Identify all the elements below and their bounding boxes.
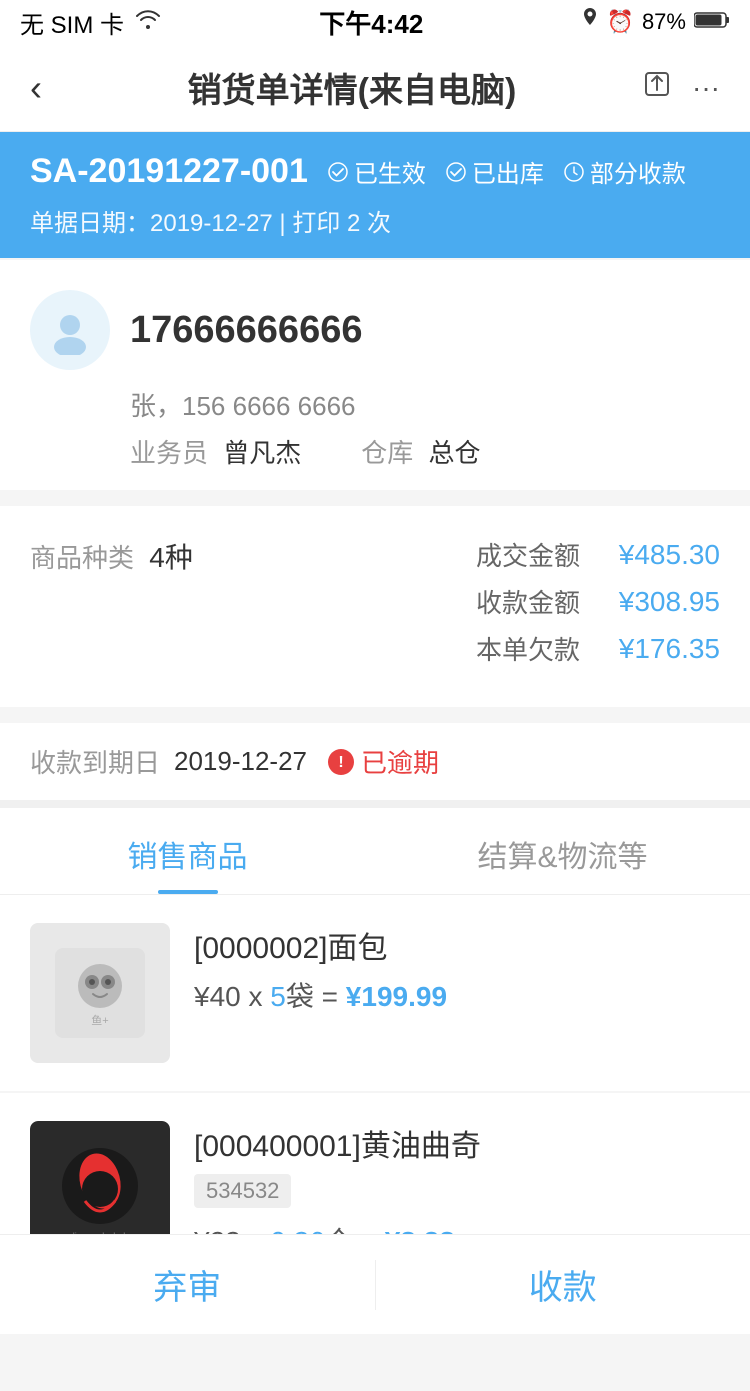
deal-amount-value: ¥485.30 [600,539,720,571]
product-sku-2: 534532 [194,1174,291,1208]
svg-text:!: ! [338,754,343,771]
category-value: 4种 [149,542,193,573]
order-id: SA-20191227-001 [30,152,308,191]
badge-partial: 部分收款 [564,154,686,189]
staff-label: 业务员 [130,438,208,468]
customer-name-phone: 张，156 6666 6666 [30,386,720,423]
owed-amount-label: 本单欠款 [476,630,580,667]
carrier-text: 无 SIM 卡 [20,5,124,40]
header-banner: SA-20191227-001 已生效 已出库 部分收款 单据日期：2019-1… [0,132,750,258]
customer-phone: 17666666666 [130,309,362,352]
product-image-1: 鱼+ [30,923,170,1063]
collect-payment-button[interactable]: 收款 [376,1240,750,1329]
owed-amount-value: ¥176.35 [600,633,720,665]
header-sub: 单据日期：2019-12-27 | 打印 2 次 [30,203,720,238]
share-button[interactable] [642,69,672,106]
stats-left: 商品种类 4种 [30,536,193,582]
product-info-1: [0000002]面包 ¥40 x 5袋 = ¥199.99 [194,923,720,1015]
tab-settlement[interactable]: 结算&物流等 [375,808,750,894]
customer-meta: 业务员 曾凡杰 仓库 总仓 [30,433,720,470]
nav-bar: ‹ 销货单详情(来自电脑) ··· [0,44,750,132]
received-amount-row: 收款金额 ¥308.95 [476,583,720,620]
overdue-badge: ! 已逾期 [327,743,439,780]
category-label: 商品种类 [30,543,134,573]
list-item: 鱼+ [0000002]面包 ¥40 x 5袋 = ¥199.99 [0,895,750,1091]
page-title: 销货单详情(来自电脑) [62,63,642,112]
time-display: 下午4:42 [319,4,423,41]
tabs-section: 销售商品 结算&物流等 [0,808,750,895]
alarm-icon: ⏰ [607,9,634,35]
category-row: 商品种类 4种 [30,536,193,576]
owed-amount-row: 本单欠款 ¥176.35 [476,630,720,667]
staff-value: 曾凡杰 [223,438,301,468]
svg-text:鱼+: 鱼+ [91,1013,108,1027]
customer-section: 17666666666 张，156 6666 6666 业务员 曾凡杰 仓库 总… [0,260,750,490]
warehouse-label: 仓库 [361,438,413,468]
battery-text: 87% [642,9,686,35]
overdue-section: 收款到期日 2019-12-27 ! 已逾期 [0,723,750,808]
received-amount-label: 收款金额 [476,583,580,620]
nav-actions: ··· [642,69,720,106]
products-section: 鱼+ [0000002]面包 ¥40 x 5袋 = ¥199.99 diamon… [0,895,750,1289]
badge-effective: 已生效 [328,154,426,189]
tab-sales-products[interactable]: 销售商品 [0,808,375,894]
stats-right: 成交金额 ¥485.30 收款金额 ¥308.95 本单欠款 ¥176.35 [476,536,720,677]
deal-amount-row: 成交金额 ¥485.30 [476,536,720,573]
product-name-1: [0000002]面包 [194,923,720,967]
wifi-icon [134,8,162,36]
header-top: SA-20191227-001 已生效 已出库 部分收款 [30,152,720,191]
overdue-label: 收款到期日 [30,743,160,780]
product-name-2: [000400001]黄油曲奇 [194,1121,720,1165]
stats-section: 商品种类 4种 成交金额 ¥485.30 收款金额 ¥308.95 本单欠款 ¥… [0,506,750,707]
warehouse-value: 总仓 [429,438,481,468]
location-icon [581,8,599,36]
battery-icon [694,9,730,35]
status-left: 无 SIM 卡 [20,5,162,40]
back-button[interactable]: ‹ [30,67,62,109]
more-button[interactable]: ··· [692,72,720,104]
received-amount-value: ¥308.95 [600,586,720,618]
deal-amount-label: 成交金额 [476,536,580,573]
avatar [30,290,110,370]
customer-row: 17666666666 [30,290,720,370]
status-bar: 无 SIM 卡 下午4:42 ⏰ 87% [0,0,750,44]
warehouse-info: 仓库 总仓 [361,433,480,470]
badge-shipped: 已出库 [446,154,544,189]
bottom-bar: 弃审 收款 [0,1234,750,1334]
product-price-1: ¥40 x 5袋 = ¥199.99 [194,975,720,1015]
overdue-date: 2019-12-27 [174,746,307,777]
staff-info: 业务员 曾凡杰 [130,433,301,470]
cancel-review-button[interactable]: 弃审 [0,1240,375,1329]
status-right: ⏰ 87% [581,8,730,36]
